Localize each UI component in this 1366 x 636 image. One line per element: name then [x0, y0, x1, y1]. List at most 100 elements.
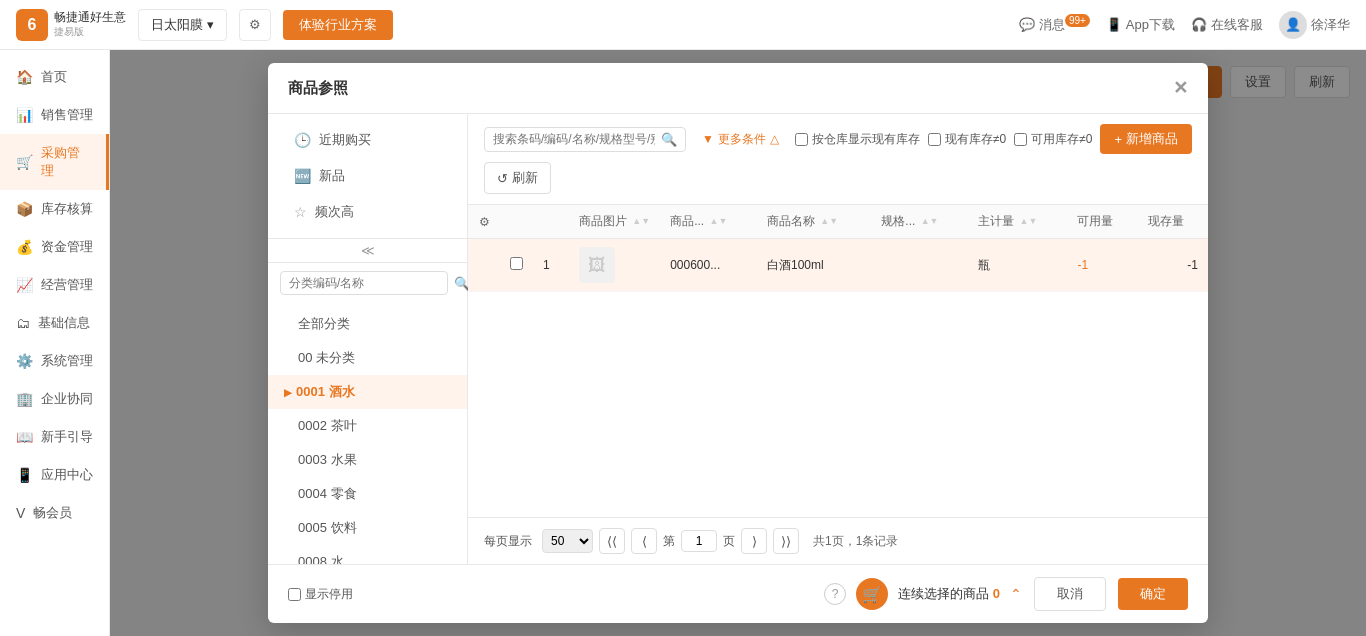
- modal-overlay: 商品参照 ✕ 🕒 近期购买 🆕: [110, 50, 1366, 636]
- category-0001[interactable]: ▶ 0001 酒水: [268, 375, 467, 409]
- guide-icon: 📖: [16, 429, 33, 445]
- category-0003[interactable]: ▶ 0003 水果: [268, 443, 467, 477]
- category-search-input[interactable]: [280, 271, 448, 295]
- category-all[interactable]: ▶ 全部分类: [268, 307, 467, 341]
- sidebar-label-purchase: 采购管理: [41, 144, 90, 180]
- sidebar-item-guide[interactable]: 📖新手引导: [0, 418, 109, 456]
- category-00[interactable]: ▶ 00 未分类: [268, 341, 467, 375]
- arrow-icon: ▶: [284, 351, 294, 366]
- check-stock-label: 按仓库显示现有库存: [812, 131, 920, 148]
- online-service-button[interactable]: 🎧 在线客服: [1191, 16, 1263, 34]
- sidebar-item-system[interactable]: ⚙️系统管理: [0, 342, 109, 380]
- cart-collapse-icon[interactable]: ⌃: [1010, 586, 1022, 602]
- col-code-header[interactable]: 商品... ▲▼: [660, 205, 757, 239]
- next-page-button[interactable]: ⟩: [741, 528, 767, 554]
- pagination-bar: 每页显示 10 20 50 100 ⟨⟨ ⟨ 第 页: [468, 517, 1208, 564]
- page-number-input[interactable]: [681, 530, 717, 552]
- operation-icon: 📈: [16, 277, 33, 293]
- tab-frequent[interactable]: ☆ 频次高: [284, 196, 451, 228]
- user-name: 徐泽华: [1311, 16, 1350, 34]
- page-size-select[interactable]: 10 20 50 100: [542, 529, 593, 553]
- arrow-active-icon: ▶: [284, 387, 292, 398]
- edition-text: 捷易版: [54, 25, 126, 39]
- purchase-icon: 🛒: [16, 154, 33, 170]
- filter-icon: ▼: [702, 132, 714, 146]
- col-spec-sort: ▲▼: [921, 217, 939, 226]
- message-badge: 99+: [1065, 14, 1090, 27]
- sidebar-item-enterprise[interactable]: 🏢企业协同: [0, 380, 109, 418]
- show-disabled-option[interactable]: 显示停用: [288, 586, 353, 603]
- sidebar-item-sales[interactable]: 📊销售管理: [0, 96, 109, 134]
- arrow-0005-icon: ▶: [284, 521, 294, 536]
- trial-button[interactable]: 体验行业方案: [283, 10, 393, 40]
- store-selector[interactable]: 日太阳膜 ▾: [138, 9, 227, 41]
- first-page-button[interactable]: ⟨⟨: [599, 528, 625, 554]
- col-name-header[interactable]: 商品名称 ▲▼: [757, 205, 871, 239]
- filter-label: 更多条件: [718, 131, 766, 148]
- modal-close-button[interactable]: ✕: [1173, 77, 1188, 99]
- confirm-button[interactable]: 确定: [1118, 578, 1188, 610]
- modal-footer: 显示停用 ? 🛒 连续选择的商品 0 ⌃ 取消 确定: [268, 564, 1208, 623]
- prev-page-button[interactable]: ⟨: [631, 528, 657, 554]
- settings-icon[interactable]: ⚙: [239, 9, 271, 41]
- sidebar-item-purchase[interactable]: 🛒 采购管理: [0, 134, 109, 190]
- refresh-button[interactable]: ↺ 刷新: [484, 162, 551, 194]
- message-icon: 💬: [1019, 17, 1035, 32]
- apps-icon: 📱: [16, 467, 33, 483]
- check-available-option[interactable]: 现有库存≠0: [928, 131, 1006, 148]
- category-0002[interactable]: ▶ 0002 茶叶: [268, 409, 467, 443]
- row-num: 1: [533, 239, 569, 292]
- row-check-cell[interactable]: [500, 239, 533, 292]
- col-unit-header[interactable]: 主计量 ▲▼: [968, 205, 1067, 239]
- collapse-button[interactable]: ≪: [268, 239, 467, 263]
- product-search-icon[interactable]: 🔍: [661, 132, 677, 147]
- home-icon: 🏠: [16, 69, 33, 85]
- sidebar-item-finance[interactable]: 💰资金管理: [0, 228, 109, 266]
- phone-icon: 📱: [1106, 17, 1122, 32]
- add-product-button[interactable]: + 新增商品: [1100, 124, 1192, 154]
- sidebar-label-finance: 资金管理: [41, 238, 93, 256]
- col-spec-header[interactable]: 规格... ▲▼: [871, 205, 968, 239]
- show-disabled-label: 显示停用: [305, 586, 353, 603]
- modal-body: 🕒 近期购买 🆕 新品 ☆ 频次高: [268, 114, 1208, 564]
- product-table: ⚙ 商品图片 ▲▼ 商品...: [468, 205, 1208, 292]
- app-label: App下载: [1126, 16, 1175, 34]
- user-menu[interactable]: 👤 徐泽华: [1279, 11, 1350, 39]
- cart-icon[interactable]: 🛒: [856, 578, 888, 610]
- category-0005[interactable]: ▶ 0005 饮料: [268, 511, 467, 545]
- col-settings[interactable]: ⚙: [468, 205, 500, 239]
- check-usable-option[interactable]: 可用库存≠0: [1014, 131, 1092, 148]
- category-0008[interactable]: ▶ 0008 水: [268, 545, 467, 564]
- sidebar-item-home[interactable]: 🏠首页: [0, 58, 109, 96]
- arrow-0003-icon: ▶: [284, 453, 294, 468]
- check-stock-option[interactable]: 按仓库显示现有库存: [795, 131, 920, 148]
- sidebar-item-member[interactable]: V畅会员: [0, 494, 109, 532]
- show-disabled-checkbox[interactable]: [288, 588, 301, 601]
- app-download-button[interactable]: 📱 App下载: [1106, 16, 1175, 34]
- check-stock-checkbox[interactable]: [795, 133, 808, 146]
- product-table-area: ⚙ 商品图片 ▲▼ 商品...: [468, 205, 1208, 517]
- category-0004[interactable]: ▶ 0004 零食: [268, 477, 467, 511]
- sidebar-label-system: 系统管理: [41, 352, 93, 370]
- tab-recent[interactable]: 🕒 近期购买: [284, 124, 451, 156]
- row-checkbox[interactable]: [510, 257, 523, 270]
- check-available-checkbox[interactable]: [928, 133, 941, 146]
- col-stock-header: 现存量: [1138, 205, 1208, 239]
- table-row[interactable]: 1 🖼 000600... 白酒100ml 瓶 -1: [468, 239, 1208, 292]
- sidebar-item-operation[interactable]: 📈经营管理: [0, 266, 109, 304]
- cancel-button[interactable]: 取消: [1034, 577, 1106, 611]
- help-icon[interactable]: ?: [824, 583, 846, 605]
- row-available: -1: [1067, 239, 1137, 292]
- col-img-header: 商品图片 ▲▼: [569, 205, 660, 239]
- sidebar-item-stock[interactable]: 📦库存核算: [0, 190, 109, 228]
- last-page-button[interactable]: ⟩⟩: [773, 528, 799, 554]
- messages-button[interactable]: 💬 消息 99+: [1019, 16, 1090, 34]
- category-00-label: 00 未分类: [298, 349, 355, 367]
- check-usable-checkbox[interactable]: [1014, 133, 1027, 146]
- more-filter-button[interactable]: ▼ 更多条件 △: [694, 127, 787, 152]
- tab-new[interactable]: 🆕 新品: [284, 160, 451, 192]
- sidebar-item-apps[interactable]: 📱应用中心: [0, 456, 109, 494]
- arrow-0008-icon: ▶: [284, 555, 294, 565]
- product-search-input[interactable]: [493, 132, 655, 146]
- sidebar-item-basic[interactable]: 🗂基础信息: [0, 304, 109, 342]
